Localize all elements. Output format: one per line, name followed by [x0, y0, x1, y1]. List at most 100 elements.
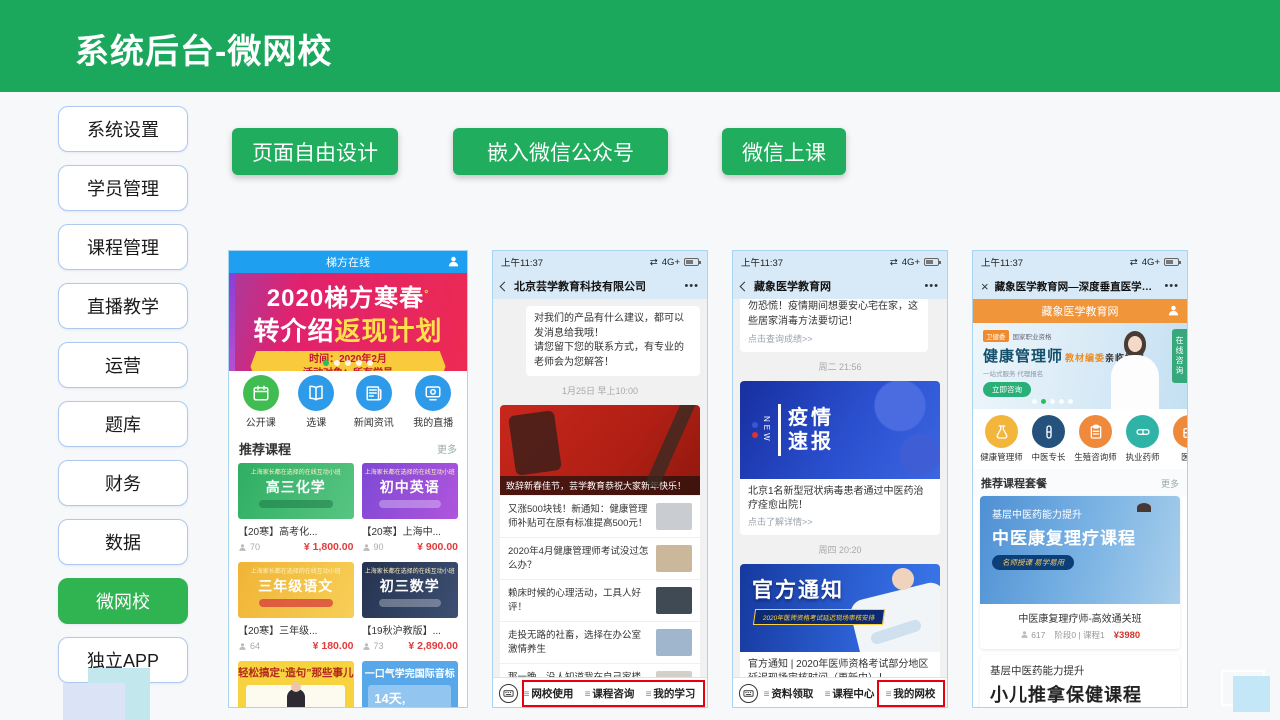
category-physician[interactable]: 医师 [1166, 415, 1187, 463]
online-consult-tab[interactable]: 在线咨询 [1172, 329, 1187, 383]
article-title: 赖床时候的心理活动，工具人好评！ [508, 587, 650, 614]
course-cover: 基层中医药能力提升 中医康复理疗课程 名师授课 易学易用 [980, 496, 1180, 604]
sidebar-item-course-management[interactable]: 课程管理 [58, 224, 188, 270]
message-bubble: 对我们的产品有什么建议，都可以发消息给我哦！ 请您留下您的联系方式，有专业的老师… [526, 306, 700, 376]
feature-button-wechat-embed[interactable]: 嵌入微信公众号 [453, 128, 668, 175]
carousel-dot[interactable] [1032, 399, 1037, 404]
course-card[interactable]: 上海家长都在选择的在线互动小班 初中英语 【20寒】上海中... 90 ¥ 90… [362, 463, 459, 553]
sidebar-item-question-bank[interactable]: 题库 [58, 401, 188, 447]
carousel-dot-active[interactable] [323, 360, 329, 366]
category-reproduction-consultant[interactable]: 生殖咨询师 [1072, 415, 1119, 463]
user-profile-icon[interactable] [1167, 304, 1180, 317]
carousel-dot[interactable] [1068, 399, 1073, 404]
course-package-card[interactable]: 基层中医药能力提升 中医康复理疗课程 名师授课 易学易用 中医康复理疗师-高效通… [980, 496, 1180, 649]
course-price: ¥ 1,800.00 [304, 541, 354, 553]
carousel-dot[interactable] [334, 360, 340, 366]
course-card[interactable]: 一口气学完国际音标 14天, [362, 661, 459, 708]
network-type: 4G+ [902, 257, 920, 268]
category-nav-row: 健康管理师 中医专长 生殖咨询师 执业药师 医师 [973, 409, 1187, 469]
more-options-icon[interactable]: ••• [684, 280, 699, 292]
banner-badge-secondary: 国家职业资格 [1013, 331, 1052, 341]
course-title: 【20寒】三年级... [238, 622, 354, 637]
network-type: 4G+ [662, 257, 680, 268]
quick-nav-news[interactable]: 新闻资讯 [354, 375, 394, 429]
course-cover-inset [246, 685, 345, 708]
article-list-item[interactable]: 那一晚，没人知道我在自己家楼下哭到凌晨三点 [500, 663, 700, 677]
battery-icon [684, 258, 699, 266]
briefcase-icon [1173, 415, 1187, 448]
article-title: 2020年4月健康管理师考试没过怎么办？ [508, 545, 650, 572]
message-bubble: 勿恐慌！疫情期间想要安心宅在家，这些居家消毒方法要切记！ 点击查询成绩>> [740, 299, 928, 352]
article-message-card[interactable]: NEW 疫情 速报 北京1名新型冠状病毒患者通过中医药治疗痊愈出院！ 点击了解详… [740, 381, 940, 535]
category-licensed-pharmacist[interactable]: 执业药师 [1119, 415, 1166, 463]
course-card[interactable]: 上海家长都在选择的在线互动小班 高三化学 【20寒】高考化... 70 ¥ 1,… [238, 463, 354, 553]
back-icon[interactable] [500, 281, 510, 291]
article-list-item[interactable]: 走投无路的社畜，选择在办公室激情养生 [500, 621, 700, 663]
more-link[interactable]: 更多 [437, 441, 457, 456]
feature-button-page-design[interactable]: 页面自由设计 [232, 128, 398, 175]
course-count: 64 [250, 641, 260, 651]
carousel-dot-active[interactable] [1041, 399, 1046, 404]
article-list-item[interactable]: 赖床时候的心理活动，工具人好评！ [500, 579, 700, 621]
chat-area: 对我们的产品有什么建议，都可以发消息给我哦！ 请您留下您的联系方式，有专业的老师… [493, 299, 707, 677]
category-health-manager[interactable]: 健康管理师 [978, 415, 1025, 463]
keyboard-icon[interactable] [739, 684, 758, 703]
consult-now-button[interactable]: 立即咨询 [983, 382, 1031, 397]
close-icon[interactable]: × [981, 279, 989, 294]
feature-button-wechat-class[interactable]: 微信上课 [722, 128, 846, 175]
sidebar-item-student-management[interactable]: 学员管理 [58, 165, 188, 211]
carousel-dots[interactable] [229, 360, 467, 366]
carousel-dot[interactable] [356, 360, 362, 366]
back-icon[interactable] [740, 281, 750, 291]
article-list-item[interactable]: 2020年4月健康管理师考试没过怎么办？ [500, 537, 700, 579]
quick-nav-open-class[interactable]: 公开课 [243, 375, 279, 429]
app-titlebar: 梯方在线 [229, 251, 467, 273]
article-list-item[interactable]: 又涨500块钱！新通知：健康管理师补贴可在原有标准提高500元！ [500, 495, 700, 537]
user-profile-icon[interactable] [447, 255, 460, 268]
carousel-dot[interactable] [1059, 399, 1064, 404]
course-name: 轻松搞定“造句”那些事儿 [238, 661, 354, 680]
news-icon [356, 375, 392, 411]
sidebar-item-live-teaching[interactable]: 直播教学 [58, 283, 188, 329]
course-card[interactable]: 上海家长都在选择的在线互动小班 三年级语文 【20寒】三年级... 64 ¥ 1… [238, 562, 354, 652]
article-message-card[interactable]: 官方通知 2020年医师资格考试延迟现场审核安排 官方通知 | 2020年医师资… [740, 564, 940, 677]
course-package-card[interactable]: 基层中医药能力提升 小儿推拿保健课程 名师授课 易学易用 [980, 655, 1180, 708]
status-bar: 上午11:37 ⇄ 4G+ [493, 251, 707, 273]
keyboard-icon[interactable] [499, 684, 518, 703]
carousel-dot[interactable] [345, 360, 351, 366]
sidebar-item-data[interactable]: 数据 [58, 519, 188, 565]
promo-banner[interactable]: 2020梯方寒春° 转介绍返现计划 时间：2020年2月 活动对象：所有学员 [229, 273, 467, 371]
sidebar-item-label: 学员管理 [87, 175, 159, 201]
menu-item-course-center[interactable]: ≡课程中心 [819, 686, 880, 701]
menu-item-materials[interactable]: ≡资料领取 [758, 686, 819, 701]
course-cover-inset: 14天, [368, 685, 451, 708]
carousel-dot[interactable] [1050, 399, 1055, 404]
carousel-dots[interactable] [973, 399, 1131, 404]
hero-banner[interactable]: 卫健委 国家职业资格 健康管理师教材编委亲临授课 一站式服务 代理报名 立即咨询… [973, 323, 1187, 409]
status-bar: 上午11:37 ⇄ 4G+ [973, 251, 1187, 273]
person-count-icon [362, 543, 371, 552]
category-label: 生殖咨询师 [1074, 451, 1117, 463]
course-card[interactable]: 轻松搞定“造句”那些事儿 [238, 661, 354, 708]
quick-nav-my-live[interactable]: 我的直播 [413, 375, 453, 429]
more-link[interactable]: 更多 [1161, 477, 1179, 490]
sidebar-item-system-settings[interactable]: 系统设置 [58, 106, 188, 152]
more-options-icon[interactable]: ••• [1164, 280, 1179, 292]
sidebar-item-micro-school-active[interactable]: 微网校 [58, 578, 188, 624]
article-link[interactable]: 点击了解详情>> [740, 515, 940, 535]
category-tcm-specialty[interactable]: 中医专长 [1025, 415, 1072, 463]
article-feature-image[interactable]: 致辞新春佳节，芸学教育恭祝大家新年快乐！ [500, 405, 700, 495]
course-grid: 上海家长都在选择的在线互动小班 高三化学 【20寒】高考化... 70 ¥ 1,… [229, 463, 467, 708]
quick-nav-choose-course[interactable]: 选课 [298, 375, 334, 429]
category-label: 执业药师 [1125, 451, 1159, 463]
message-link[interactable]: 点击查询成绩>> [748, 333, 920, 346]
sidebar-item-label: 运营 [105, 352, 141, 378]
course-cover: 轻松搞定“造句”那些事儿 [238, 661, 354, 708]
section-header: 推荐课程套餐 更多 [973, 469, 1187, 496]
sidebar-item-operations[interactable]: 运营 [58, 342, 188, 388]
more-options-icon[interactable]: ••• [924, 280, 939, 292]
course-card[interactable]: 上海家长都在选择的在线互动小班 初三数学 【19秋沪教版】... 73 ¥ 2,… [362, 562, 459, 652]
sidebar-item-finance[interactable]: 财务 [58, 460, 188, 506]
course-badge-decoration [259, 500, 333, 508]
carousel-dot[interactable] [367, 360, 373, 366]
